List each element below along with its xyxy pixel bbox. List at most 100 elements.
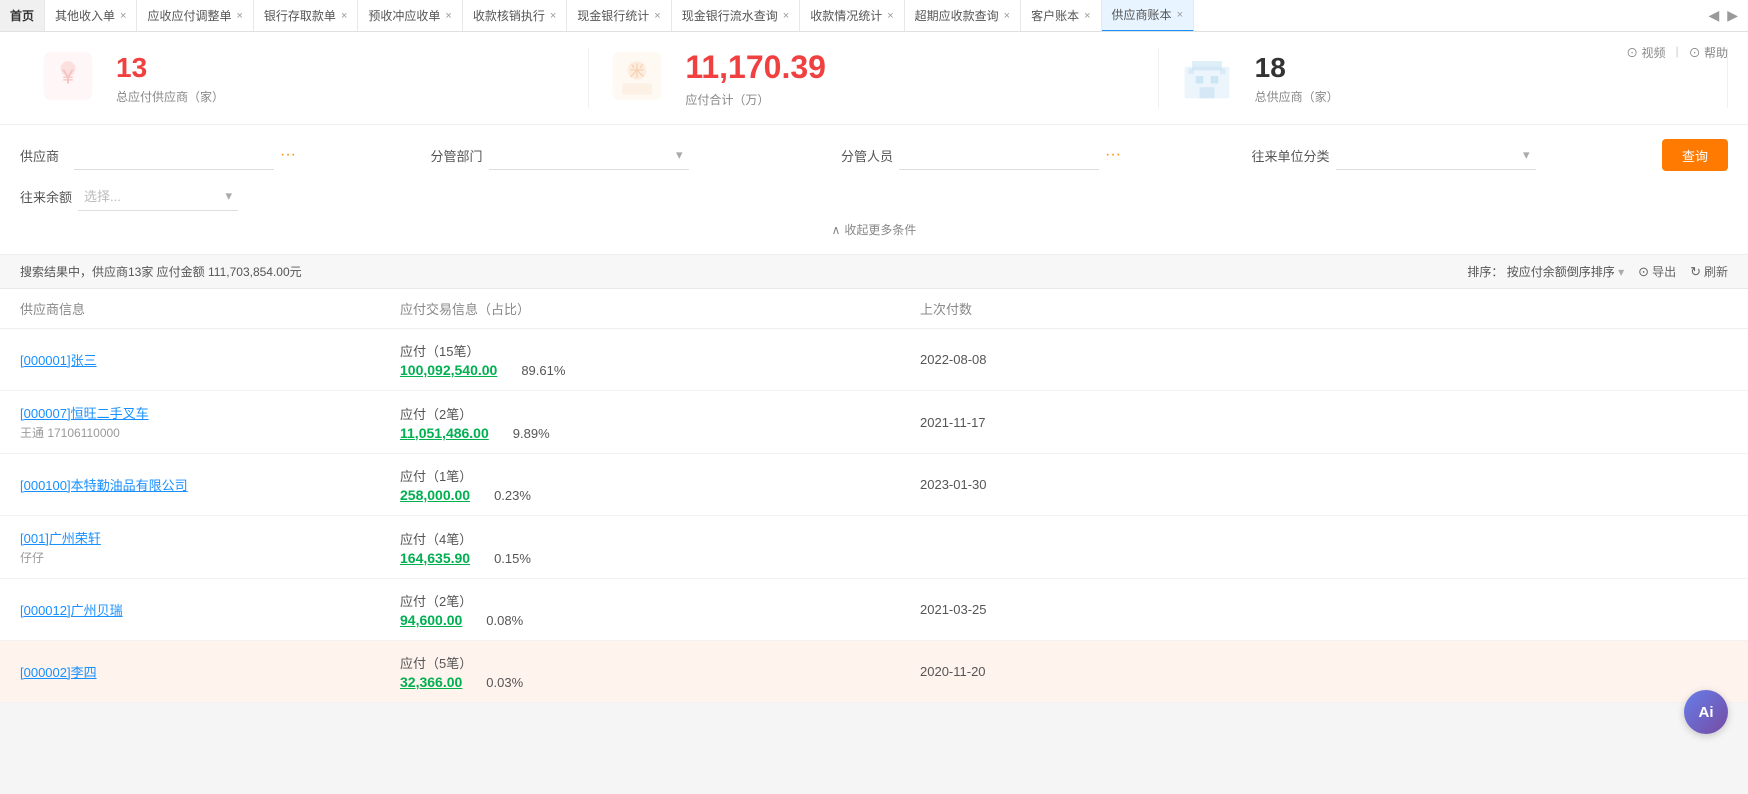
tx-info-4: 应付（2笔） 94,600.00 0.08% (400, 591, 920, 628)
help-link[interactable]: ⊙ 帮助 (1689, 44, 1728, 61)
close-tab-9[interactable]: × (1004, 10, 1010, 22)
category-select[interactable]: ▾ (1336, 140, 1536, 170)
col-header-transaction: 应付交易信息（占比） (400, 299, 920, 318)
tx-label-2: 应付（1笔） (400, 466, 920, 485)
dept-chevron-icon: ▾ (676, 147, 683, 163)
close-tab-3[interactable]: × (341, 10, 347, 22)
tx-amount-0[interactable]: 100,092,540.00 (400, 362, 497, 378)
table-row: [000012]广州贝瑞 应付（2笔） 94,600.00 0.08% 2021… (0, 579, 1748, 641)
payable-suppliers-icon: ¥ (40, 48, 100, 108)
tx-label-1: 应付（2笔） (400, 404, 920, 423)
tx-row-2: 258,000.00 0.23% (400, 485, 920, 503)
supplier-info-0: [000001]张三 (20, 350, 400, 369)
supplier-link-3[interactable]: [001]广州荣轩 (20, 528, 400, 547)
summary-card-3-content: 18 总供应商（家） (1255, 51, 1339, 106)
supplier-label: 供应商 (20, 146, 68, 165)
nav-tab-1[interactable]: 其他收入单 × (45, 0, 137, 32)
supplier-link-2[interactable]: [000100]本特勤油品有限公司 (20, 475, 400, 494)
supplier-info-3: [001]广州荣轩 仔仔 (20, 528, 400, 566)
tx-amount-1[interactable]: 11,051,486.00 (400, 425, 489, 441)
total-suppliers-label: 总供应商（家） (1255, 88, 1339, 105)
result-bar: 搜索结果中，供应商13家 应付金额 111,703,854.00元 排序： 按应… (0, 255, 1748, 289)
nav-tab-5[interactable]: 收款核销执行 × (463, 0, 567, 32)
summary-card-total-amount: 米 11,170.39 应付合计（万） (589, 48, 1158, 108)
nav-tab-3[interactable]: 银行存取款单 × (254, 0, 358, 32)
tx-label-4: 应付（2笔） (400, 591, 920, 610)
export-button[interactable]: ⊙ 导出 (1638, 263, 1676, 280)
supplier-dots-btn[interactable]: ··· (280, 146, 296, 164)
close-tab-1[interactable]: × (120, 10, 126, 22)
supplier-link-5[interactable]: [000002]李四 (20, 662, 400, 681)
balance-chevron-icon: ▾ (225, 188, 232, 204)
supplier-input[interactable] (74, 140, 274, 170)
tx-info-3: 应付（4笔） 164,635.90 0.15% (400, 529, 920, 566)
query-button[interactable]: 查询 (1662, 139, 1728, 171)
filter-row-1: 供应商 ··· 分管部门 ▾ 分管人员 ··· 往来单位分类 ▾ 查询 (20, 139, 1728, 171)
col-header-lastpay: 上次付数 (920, 299, 1728, 318)
filter-item-supplier: 供应商 ··· (20, 140, 419, 170)
lastpay-2: 2023-01-30 (920, 477, 1728, 492)
nav-tab-10[interactable]: 客户账本 × (1021, 0, 1101, 32)
ai-assistant-button[interactable]: Ai (1684, 690, 1728, 734)
nav-next-arrow[interactable]: ▶ (1723, 7, 1742, 24)
summary-card-2-content: 11,170.39 应付合计（万） (685, 48, 826, 107)
person-dots-btn[interactable]: ··· (1105, 146, 1121, 164)
table-row: [000100]本特勤油品有限公司 应付（1笔） 258,000.00 0.23… (0, 454, 1748, 516)
nav-tab-4[interactable]: 预收冲应收单 × (358, 0, 462, 32)
data-table: 供应商信息 应付交易信息（占比） 上次付数 [000001]张三 应付（15笔）… (0, 289, 1748, 703)
result-summary-text: 搜索结果中，供应商13家 应付金额 111,703,854.00元 (20, 263, 302, 280)
sort-value[interactable]: 按应付余额倒序排序 (1507, 265, 1615, 279)
supplier-link-0[interactable]: [000001]张三 (20, 350, 400, 369)
close-tab-4[interactable]: × (445, 10, 451, 22)
person-input[interactable] (899, 140, 1099, 170)
tx-amount-4[interactable]: 94,600.00 (400, 612, 462, 628)
tx-label-0: 应付（15笔） (400, 341, 920, 360)
supplier-info-2: [000100]本特勤油品有限公司 (20, 475, 400, 494)
table-row: [000002]李四 应付（5笔） 32,366.00 0.03% 2020-1… (0, 641, 1748, 703)
filter-item-person: 分管人员 ··· (841, 140, 1240, 170)
tx-amount-5[interactable]: 32,366.00 (400, 674, 462, 690)
balance-select[interactable]: 选择... ▾ (78, 181, 238, 211)
collapse-more-conditions-btn[interactable]: ∧ 收起更多条件 (20, 221, 1728, 238)
nav-prev-arrow[interactable]: ◀ (1704, 7, 1723, 24)
nav-tab-11[interactable]: 供应商账本 × (1102, 0, 1194, 32)
close-tab-8[interactable]: × (887, 10, 893, 22)
supplier-link-1[interactable]: [000007]恒旺二手叉车 (20, 403, 400, 422)
total-amount-label: 应付合计（万） (685, 91, 826, 108)
tx-label-3: 应付（4笔） (400, 529, 920, 548)
dept-select[interactable]: ▾ (489, 140, 689, 170)
tx-amount-2[interactable]: 258,000.00 (400, 487, 470, 503)
supplier-link-4[interactable]: [000012]广州贝瑞 (20, 600, 400, 619)
close-tab-5[interactable]: × (550, 10, 556, 22)
supplier-info-5: [000002]李四 (20, 662, 400, 681)
sort-chevron-icon: ▾ (1618, 265, 1624, 279)
nav-tab-6[interactable]: 现金银行统计 × (567, 0, 671, 32)
close-tab-2[interactable]: × (236, 10, 242, 22)
table-row: [000007]恒旺二手叉车 王通 17106110000 应付（2笔） 11,… (0, 391, 1748, 454)
close-tab-7[interactable]: × (783, 10, 789, 22)
table-row: [001]广州荣轩 仔仔 应付（4笔） 164,635.90 0.15% (0, 516, 1748, 579)
table-header: 供应商信息 应付交易信息（占比） 上次付数 (0, 289, 1748, 329)
tx-percent-2: 0.23% (494, 488, 531, 503)
nav-tab-2[interactable]: 应收应付调整单 × (137, 0, 253, 32)
close-tab-11[interactable]: × (1177, 9, 1183, 21)
tx-percent-4: 0.08% (486, 613, 523, 628)
total-suppliers-icon (1179, 48, 1239, 108)
payable-suppliers-label: 总应付供应商（家） (116, 88, 224, 105)
total-amount-icon: 米 (609, 48, 669, 108)
right-actions: 排序： 按应付余额倒序排序 ▾ ⊙ 导出 ↻ 刷新 (1467, 263, 1728, 280)
tx-amount-3[interactable]: 164,635.90 (400, 550, 470, 566)
nav-tab-8[interactable]: 收款情况统计 × (800, 0, 904, 32)
nav-tab-home[interactable]: 首页 (0, 0, 45, 32)
tx-row-5: 32,366.00 0.03% (400, 672, 920, 690)
tx-percent-3: 0.15% (494, 551, 531, 566)
video-link[interactable]: ⊙ 视频 (1626, 44, 1665, 61)
close-tab-6[interactable]: × (654, 10, 660, 22)
nav-tab-9[interactable]: 超期应收款查询 × (905, 0, 1021, 32)
nav-tab-7[interactable]: 现金银行流水查询 × (672, 0, 800, 32)
last-pay-date-2: 2023-01-30 (920, 477, 987, 492)
refresh-button[interactable]: ↻ 刷新 (1690, 263, 1728, 280)
close-tab-10[interactable]: × (1084, 10, 1090, 22)
lastpay-5: 2020-11-20 (920, 664, 1728, 679)
summary-card-1-content: 13 总应付供应商（家） (116, 51, 224, 106)
